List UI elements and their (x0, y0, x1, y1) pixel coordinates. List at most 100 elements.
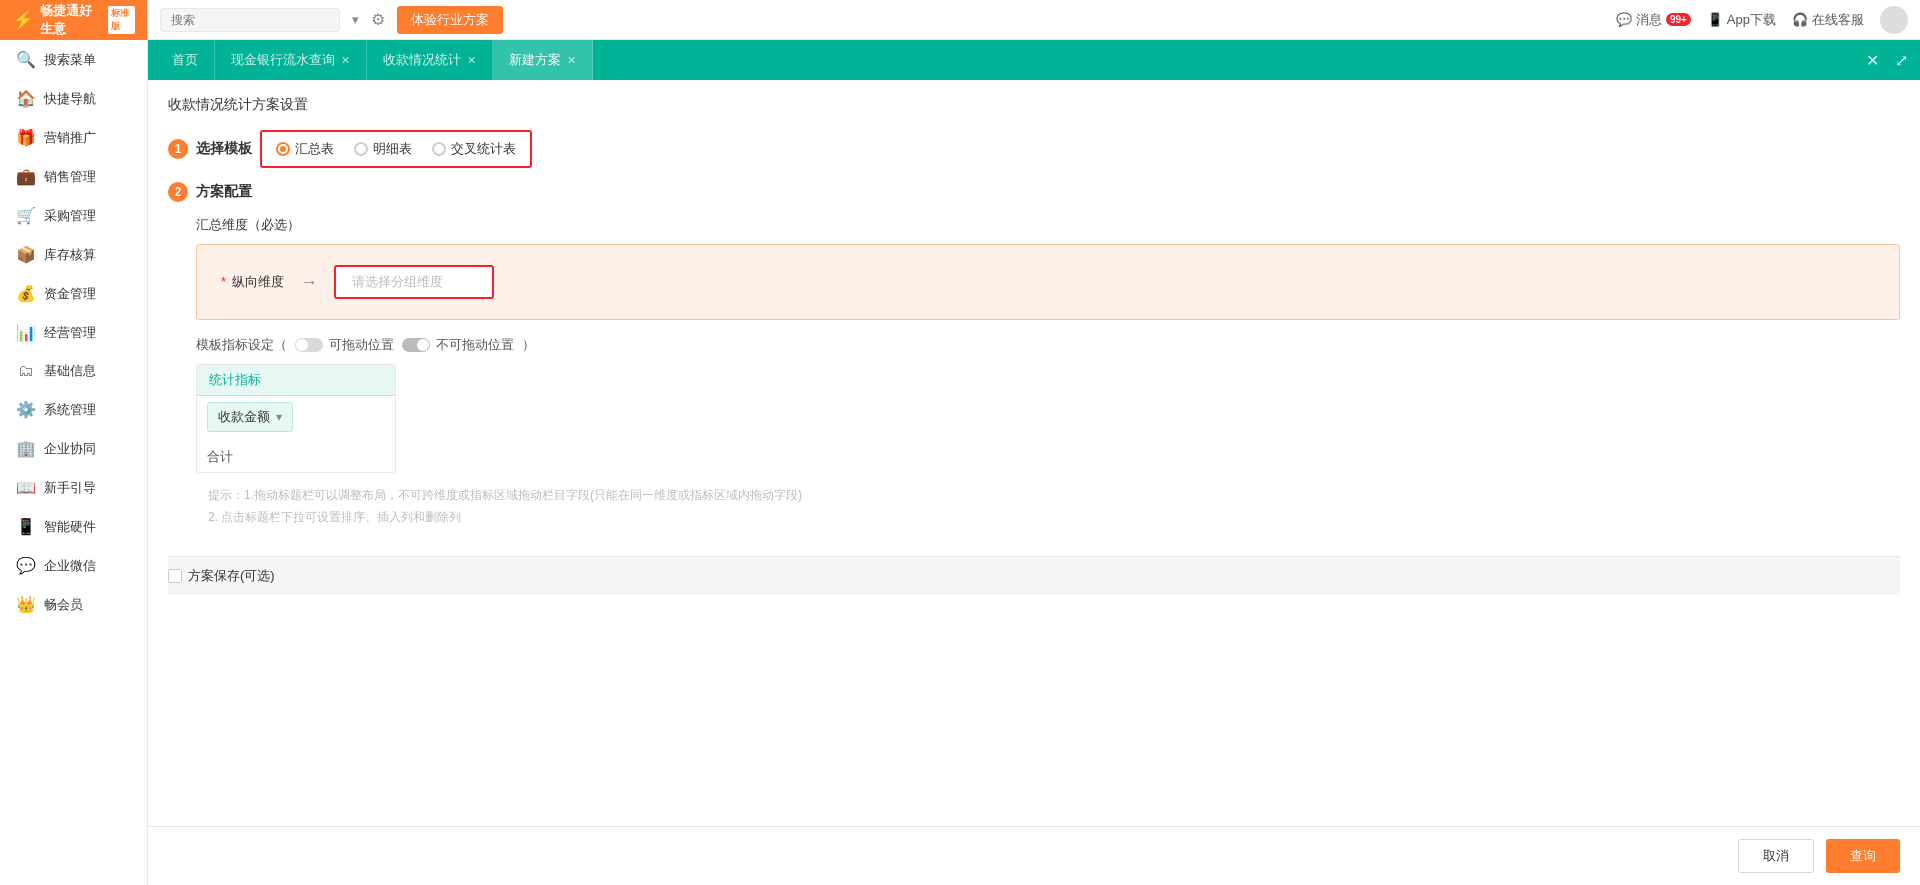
stats-label: 统计指标 (209, 372, 261, 387)
draggable-label: 可拖动位置 (329, 336, 394, 354)
tab-newplan-close[interactable]: ✕ (567, 54, 576, 67)
plan-config: 汇总维度（必选） * 纵向维度 → 请选择分组维度 (168, 216, 1900, 540)
dimension-area: * 纵向维度 → 请选择分组维度 (196, 244, 1900, 320)
app-label: App下载 (1727, 11, 1776, 29)
file-icon: 🗂 (16, 362, 36, 380)
save-checkbox-box[interactable] (168, 569, 182, 583)
close-window-btn[interactable]: ✕ (1862, 47, 1883, 74)
sidebar-item-label: 系统管理 (44, 401, 96, 419)
cart-icon: 🛒 (16, 206, 36, 225)
app-download-btn[interactable]: 📱 App下载 (1707, 11, 1776, 29)
tab-home[interactable]: 首页 (156, 40, 215, 80)
main-area: ▾ ⚙ 体验行业方案 💬 消息 99+ 📱 App下载 🎧 在线客服 首页 (148, 0, 1920, 885)
service-icon: 🎧 (1792, 12, 1808, 27)
dimension-config-label: 汇总维度（必选） (196, 216, 1900, 234)
hint-2: 2. 点击标题栏下拉可设置排序、插入列和删除列 (208, 507, 1888, 529)
logo-text: 畅捷通好生意 (40, 2, 102, 38)
home-icon: 🏠 (16, 89, 36, 108)
save-checkbox-label[interactable]: 方案保存(可选) (168, 567, 275, 585)
avatar[interactable] (1880, 6, 1908, 34)
vertical-dimension-label: * 纵向维度 (221, 273, 284, 291)
section2-number: 2 (168, 182, 188, 202)
radio-detail[interactable]: 明细表 (354, 140, 412, 158)
radio-summary[interactable]: 汇总表 (276, 140, 334, 158)
radio-detail-label: 明细表 (373, 140, 412, 158)
tab-receipt[interactable]: 收款情况统计 ✕ (367, 40, 493, 80)
cancel-button[interactable]: 取消 (1738, 839, 1814, 873)
indicator-table: 统计指标 收款金额 ▾ 合计 (196, 364, 396, 473)
sidebar-item-purchase[interactable]: 🛒 采购管理 (0, 196, 147, 235)
trial-btn[interactable]: 体验行业方案 (397, 6, 503, 34)
content-area: 收款情况统计方案设置 1 选择模板 汇总表 明细表 (148, 80, 1920, 885)
total-label: 合计 (207, 449, 233, 464)
sidebar-item-label: 资金管理 (44, 285, 96, 303)
book-icon: 📖 (16, 478, 36, 497)
tabbar-right: ✕ ⤢ (1862, 47, 1912, 74)
footer-buttons: 取消 查询 (148, 826, 1920, 885)
logo-icon: ⚡ (12, 9, 34, 31)
app-icon: 📱 (1707, 12, 1723, 27)
message-icon: 💬 (1616, 12, 1632, 27)
query-button[interactable]: 查询 (1826, 839, 1900, 873)
sidebar-item-marketing[interactable]: 🎁 营销推广 (0, 118, 147, 157)
dimension-row: * 纵向维度 → 请选择分组维度 (221, 265, 1875, 299)
sidebar-item-label: 畅会员 (44, 596, 83, 614)
indicator-close-paren: ） (522, 336, 535, 354)
radio-detail-circle (354, 142, 368, 156)
topbar-right: 💬 消息 99+ 📱 App下载 🎧 在线客服 (1616, 6, 1908, 34)
no-drag-toggle (402, 338, 430, 352)
sidebar-item-label: 营销推广 (44, 129, 96, 147)
sidebar-item-label: 采购管理 (44, 207, 96, 225)
briefcase-icon: 💼 (16, 167, 36, 186)
sidebar-item-member[interactable]: 👑 畅会员 (0, 585, 147, 624)
settings-icon[interactable]: ⚙ (371, 10, 385, 29)
vertical-label-text: 纵向维度 (232, 274, 284, 289)
section1-label: 选择模板 (196, 140, 252, 158)
tab-bank[interactable]: 现金银行流水查询 ✕ (215, 40, 367, 80)
sidebar-item-finance[interactable]: 💰 资金管理 (0, 274, 147, 313)
sidebar-item-hardware[interactable]: 📱 智能硬件 (0, 507, 147, 546)
radio-crosstab[interactable]: 交叉统计表 (432, 140, 516, 158)
indicator-settings-label: 模板指标设定（ 可拖动位置 不可拖动位置 ） (196, 336, 1900, 354)
tab-bank-close[interactable]: ✕ (341, 54, 350, 67)
sidebar-item-quicknav[interactable]: 🏠 快捷导航 (0, 79, 147, 118)
section2-header: 2 方案配置 (168, 182, 1900, 202)
section1-number: 1 (168, 139, 188, 159)
maximize-btn[interactable]: ⤢ (1891, 47, 1912, 74)
tab-newplan[interactable]: 新建方案 ✕ (493, 40, 593, 80)
service-label: 在线客服 (1812, 11, 1864, 29)
search-input[interactable] (160, 8, 340, 32)
sidebar-item-enterprise[interactable]: 🏢 企业协同 (0, 429, 147, 468)
message-btn[interactable]: 💬 消息 99+ (1616, 11, 1691, 29)
page-content: 收款情况统计方案设置 1 选择模板 汇总表 明细表 (148, 80, 1920, 840)
chevron-down-icon[interactable]: ▾ (352, 12, 359, 27)
online-service-btn[interactable]: 🎧 在线客服 (1792, 11, 1864, 29)
building-icon: 🏢 (16, 439, 36, 458)
sidebar-item-label: 搜索菜单 (44, 51, 96, 69)
dimension-placeholder: 请选择分组维度 (352, 274, 443, 289)
sidebar-item-guide[interactable]: 📖 新手引导 (0, 468, 147, 507)
dimension-select[interactable]: 请选择分组维度 (334, 265, 494, 299)
tab-newplan-label: 新建方案 (509, 51, 561, 69)
tabbar: 首页 现金银行流水查询 ✕ 收款情况统计 ✕ 新建方案 ✕ ✕ ⤢ (148, 40, 1920, 80)
radio-crosstab-label: 交叉统计表 (451, 140, 516, 158)
sidebar-item-label: 库存核算 (44, 246, 96, 264)
sidebar-item-label: 新手引导 (44, 479, 96, 497)
sidebar-item-label: 企业协同 (44, 440, 96, 458)
sidebar-item-operation[interactable]: 📊 经营管理 (0, 313, 147, 352)
device-icon: 📱 (16, 517, 36, 536)
gear-icon: ⚙️ (16, 400, 36, 419)
sidebar-item-label: 基础信息 (44, 362, 96, 380)
sidebar-item-basic[interactable]: 🗂 基础信息 (0, 352, 147, 390)
sidebar-item-sales[interactable]: 💼 销售管理 (0, 157, 147, 196)
sidebar-item-inventory[interactable]: 📦 库存核算 (0, 235, 147, 274)
sidebar-item-label: 企业微信 (44, 557, 96, 575)
indicator-tag[interactable]: 收款金额 ▾ (207, 402, 293, 432)
sidebar-item-search[interactable]: 🔍 搜索菜单 (0, 40, 147, 79)
radio-crosstab-circle (432, 142, 446, 156)
tab-bank-label: 现金银行流水查询 (231, 51, 335, 69)
sidebar-item-wechat[interactable]: 💬 企业微信 (0, 546, 147, 585)
drag-dot (296, 339, 308, 351)
tab-receipt-close[interactable]: ✕ (467, 54, 476, 67)
sidebar-item-system[interactable]: ⚙️ 系统管理 (0, 390, 147, 429)
